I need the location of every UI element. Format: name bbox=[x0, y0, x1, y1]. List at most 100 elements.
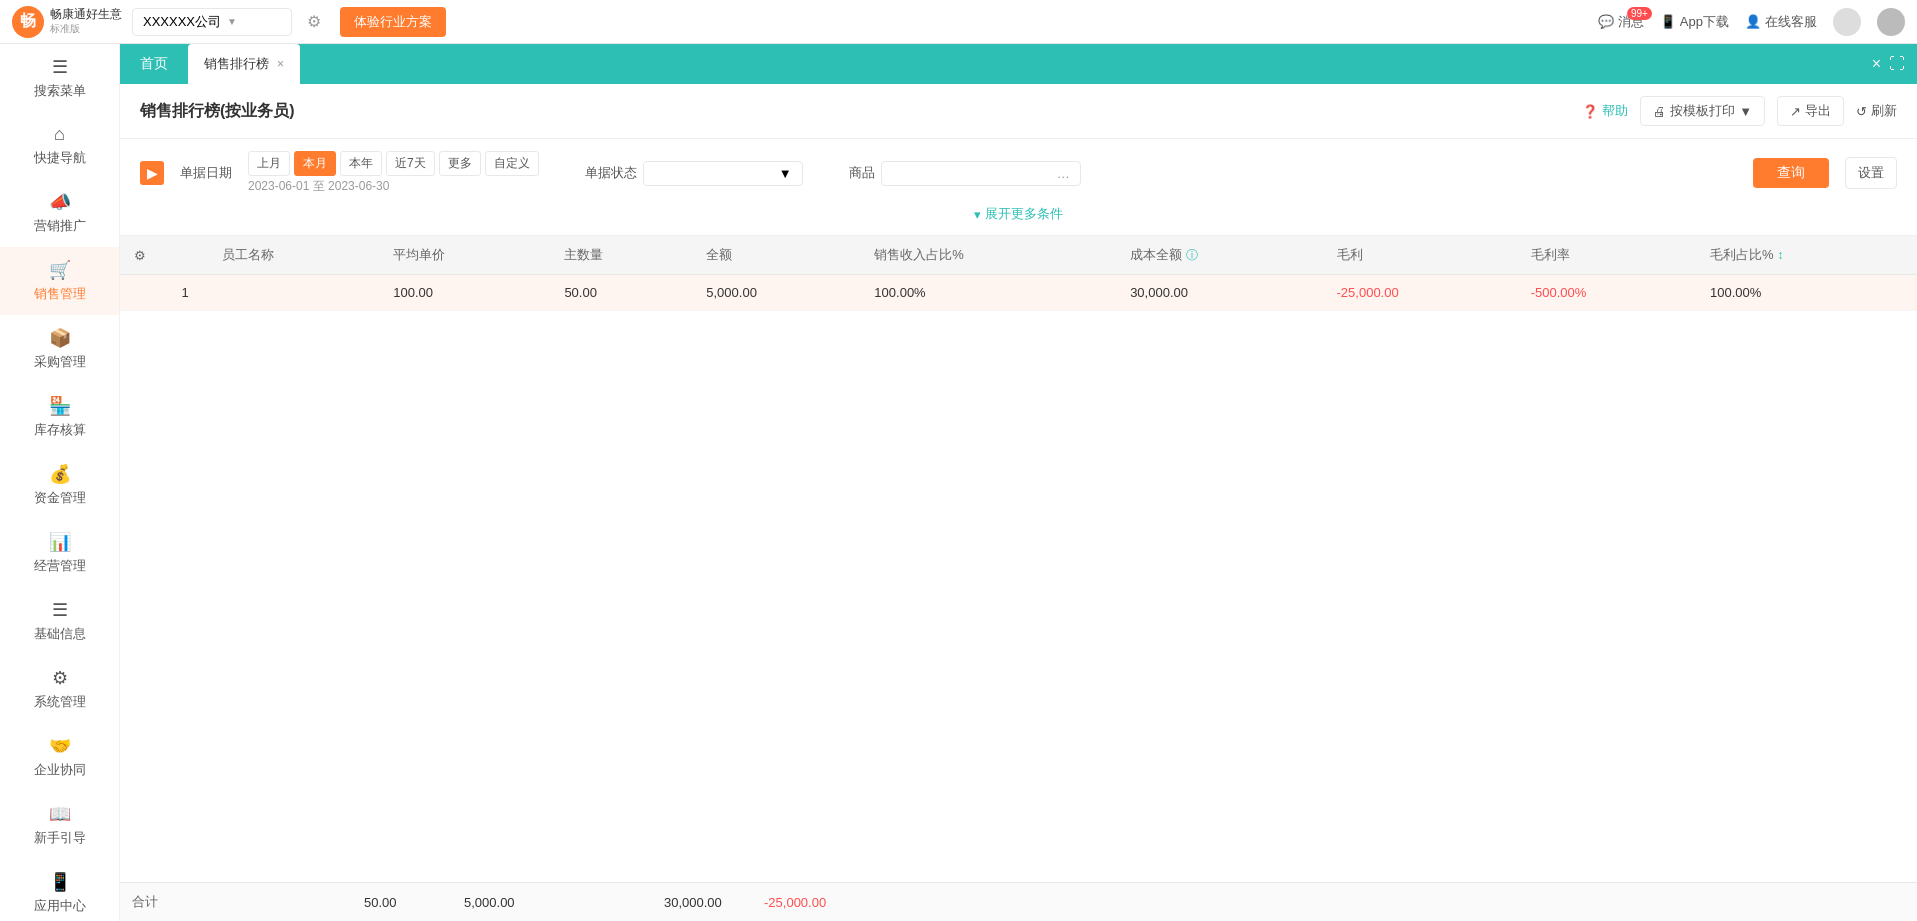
content-area: 首页 销售排行榜 × × ⛶ 销售排行榜(按业务员) ❓ 帮助 bbox=[120, 44, 1917, 921]
refresh-button[interactable]: ↺ 刷新 bbox=[1856, 102, 1897, 120]
setting-button[interactable]: 设置 bbox=[1845, 157, 1897, 189]
sidebar-label-search: 搜索菜单 bbox=[34, 82, 86, 100]
service-icon: 👤 bbox=[1745, 14, 1761, 29]
date-btn-last-month[interactable]: 上月 bbox=[248, 151, 290, 176]
sidebar-item-operation[interactable]: 📊 经营管理 bbox=[0, 519, 119, 587]
status-select[interactable]: ▼ bbox=[643, 161, 803, 186]
date-btn-custom[interactable]: 自定义 bbox=[485, 151, 539, 176]
goods-filter: 商品 … bbox=[849, 161, 1081, 186]
tab-home[interactable]: 首页 bbox=[120, 44, 188, 84]
online-service-label: 在线客服 bbox=[1765, 13, 1817, 31]
date-buttons: 上月 本月 本年 近7天 更多 自定义 bbox=[248, 151, 539, 176]
operation-icon: 📊 bbox=[49, 531, 71, 553]
date-btn-7days[interactable]: 近7天 bbox=[386, 151, 435, 176]
table-header-row: ⚙ 员工名称 平均单价 主数量 全额 销售收入占比% 成本全额 ⓘ 毛利 毛利率… bbox=[120, 236, 1917, 275]
date-btn-more[interactable]: 更多 bbox=[439, 151, 481, 176]
tab-sales-ranking[interactable]: 销售排行榜 × bbox=[188, 44, 300, 84]
date-filter-group: 上月 本月 本年 近7天 更多 自定义 2023-06-01 至 2023-06… bbox=[248, 151, 539, 195]
table-row: 1 100.00 50.00 5,000.00 100.00% 30,000.0… bbox=[120, 275, 1917, 311]
cell-rank: 1 bbox=[160, 275, 210, 311]
user-name[interactable] bbox=[1877, 8, 1905, 36]
sidebar-label-marketing: 营销推广 bbox=[34, 217, 86, 235]
page-content: 销售排行榜(按业务员) ❓ 帮助 🖨 按模板打印 ▼ ↗ 导出 bbox=[120, 84, 1917, 921]
date-filter-label: 单据日期 bbox=[180, 164, 232, 182]
system-icon: ⚙ bbox=[52, 667, 68, 689]
minimize-icon[interactable]: × bbox=[1872, 55, 1881, 73]
sidebar-label-sales: 销售管理 bbox=[34, 285, 86, 303]
refresh-label: 刷新 bbox=[1871, 102, 1897, 120]
main-layout: ☰ 搜索菜单 ⌂ 快捷导航 📣 营销推广 🛒 销售管理 📦 采购管理 🏪 库存核… bbox=[0, 44, 1917, 921]
tab-bar: 首页 销售排行榜 × × ⛶ bbox=[120, 44, 1917, 84]
filter-expand-arrow[interactable]: ▶ bbox=[140, 161, 164, 185]
chevron-down-icon: ▼ bbox=[227, 16, 237, 27]
company-selector[interactable]: XXXXXX公司 ▼ bbox=[132, 8, 292, 36]
message-nav[interactable]: 💬 消息 99+ bbox=[1598, 13, 1644, 31]
goods-label: 商品 bbox=[849, 164, 875, 182]
close-icon[interactable]: × bbox=[277, 57, 284, 71]
message-icon: 💬 bbox=[1598, 14, 1614, 29]
query-button[interactable]: 查询 bbox=[1753, 158, 1829, 188]
sidebar-item-purchase[interactable]: 📦 采购管理 bbox=[0, 315, 119, 383]
sidebar-item-finance[interactable]: 💰 资金管理 bbox=[0, 451, 119, 519]
page-actions: ❓ 帮助 🖨 按模板打印 ▼ ↗ 导出 ↺ 刷新 bbox=[1582, 96, 1897, 126]
sidebar-label-system: 系统管理 bbox=[34, 693, 86, 711]
goods-input[interactable]: … bbox=[881, 161, 1081, 186]
footer-main-qty: 50.00 bbox=[352, 895, 452, 910]
cell-profit: -25,000.00 bbox=[1325, 275, 1519, 311]
sidebar-item-quicknav[interactable]: ⌂ 快捷导航 bbox=[0, 112, 119, 179]
maximize-icon[interactable]: ⛶ bbox=[1889, 55, 1905, 73]
filter-area: ▶ 单据日期 上月 本月 本年 近7天 更多 自定义 2023-06-01 至 … bbox=[120, 139, 1917, 236]
trial-button[interactable]: 体验行业方案 bbox=[340, 7, 446, 37]
expand-label: 展开更多条件 bbox=[985, 205, 1063, 223]
col-settings[interactable]: ⚙ bbox=[120, 236, 160, 275]
help-label: 帮助 bbox=[1602, 102, 1628, 120]
cell-cost: 30,000.00 bbox=[1118, 275, 1324, 311]
sidebar-item-inventory[interactable]: 🏪 库存核算 bbox=[0, 383, 119, 451]
sidebar-item-guide[interactable]: 📖 新手引导 bbox=[0, 791, 119, 859]
basic-icon: ☰ bbox=[52, 599, 68, 621]
date-btn-this-year[interactable]: 本年 bbox=[340, 151, 382, 176]
footer-sales-pct bbox=[552, 895, 652, 910]
sidebar-item-search[interactable]: ☰ 搜索菜单 bbox=[0, 44, 119, 112]
col-profit-pct: 毛利占比% ↕ bbox=[1698, 236, 1917, 275]
export-icon: ↗ bbox=[1790, 104, 1801, 119]
table-wrapper: ⚙ 员工名称 平均单价 主数量 全额 销售收入占比% 成本全额 ⓘ 毛利 毛利率… bbox=[120, 236, 1917, 882]
app-download-nav[interactable]: 📱 App下载 bbox=[1660, 13, 1729, 31]
settings-icon[interactable]: ⚙ bbox=[300, 8, 328, 36]
sidebar-item-appcenter[interactable]: 📱 应用中心 bbox=[0, 859, 119, 921]
footer-profit-pct bbox=[952, 895, 1052, 910]
sidebar-item-marketing[interactable]: 📣 营销推广 bbox=[0, 179, 119, 247]
export-button[interactable]: ↗ 导出 bbox=[1777, 96, 1844, 126]
sidebar-item-cooperation[interactable]: 🤝 企业协同 bbox=[0, 723, 119, 791]
message-badge: 99+ bbox=[1627, 7, 1652, 20]
expand-more-btn[interactable]: ▾ 展开更多条件 bbox=[974, 205, 1063, 223]
col-main-qty: 主数量 bbox=[552, 236, 694, 275]
col-profit-rate: 毛利率 bbox=[1519, 236, 1698, 275]
chevron-down-icon: ▾ bbox=[974, 207, 981, 222]
online-service-nav[interactable]: 👤 在线客服 bbox=[1745, 13, 1817, 31]
template-print-button[interactable]: 🖨 按模板打印 ▼ bbox=[1640, 96, 1765, 126]
col-name: 员工名称 bbox=[210, 236, 381, 275]
sidebar-label-appcenter: 应用中心 bbox=[34, 897, 86, 915]
col-cost: 成本全额 ⓘ bbox=[1118, 236, 1324, 275]
top-bar: 畅 畅康通好生意 标准版 XXXXXX公司 ▼ ⚙ 体验行业方案 💬 消息 99… bbox=[0, 0, 1917, 44]
help-link[interactable]: ❓ 帮助 bbox=[1582, 102, 1628, 120]
sidebar-item-system[interactable]: ⚙ 系统管理 bbox=[0, 655, 119, 723]
data-table: ⚙ 员工名称 平均单价 主数量 全额 销售收入占比% 成本全额 ⓘ 毛利 毛利率… bbox=[120, 236, 1917, 311]
more-dots-icon[interactable]: … bbox=[1057, 166, 1070, 181]
table-footer: 合计 50.00 5,000.00 30,000.00 -25,000.00 bbox=[120, 882, 1917, 921]
sidebar-label-finance: 资金管理 bbox=[34, 489, 86, 507]
app-edition: 标准版 bbox=[50, 22, 122, 36]
filter-row-1: ▶ 单据日期 上月 本月 本年 近7天 更多 自定义 2023-06-01 至 … bbox=[140, 151, 1897, 195]
avatar[interactable] bbox=[1833, 8, 1861, 36]
sidebar-item-basic[interactable]: ☰ 基础信息 bbox=[0, 587, 119, 655]
col-avg-price: 平均单价 bbox=[381, 236, 552, 275]
sidebar-item-sales[interactable]: 🛒 销售管理 bbox=[0, 247, 119, 315]
tab-actions: × ⛶ bbox=[1872, 55, 1917, 73]
date-range-display: 2023-06-01 至 2023-06-30 bbox=[248, 178, 539, 195]
expand-row: ▾ 展开更多条件 bbox=[140, 205, 1897, 223]
app-download-label: App下载 bbox=[1680, 13, 1729, 31]
cell-avg-price: 100.00 bbox=[381, 275, 552, 311]
date-btn-this-month[interactable]: 本月 bbox=[294, 151, 336, 176]
footer-cells: 50.00 5,000.00 30,000.00 -25,000.00 bbox=[252, 895, 1905, 910]
